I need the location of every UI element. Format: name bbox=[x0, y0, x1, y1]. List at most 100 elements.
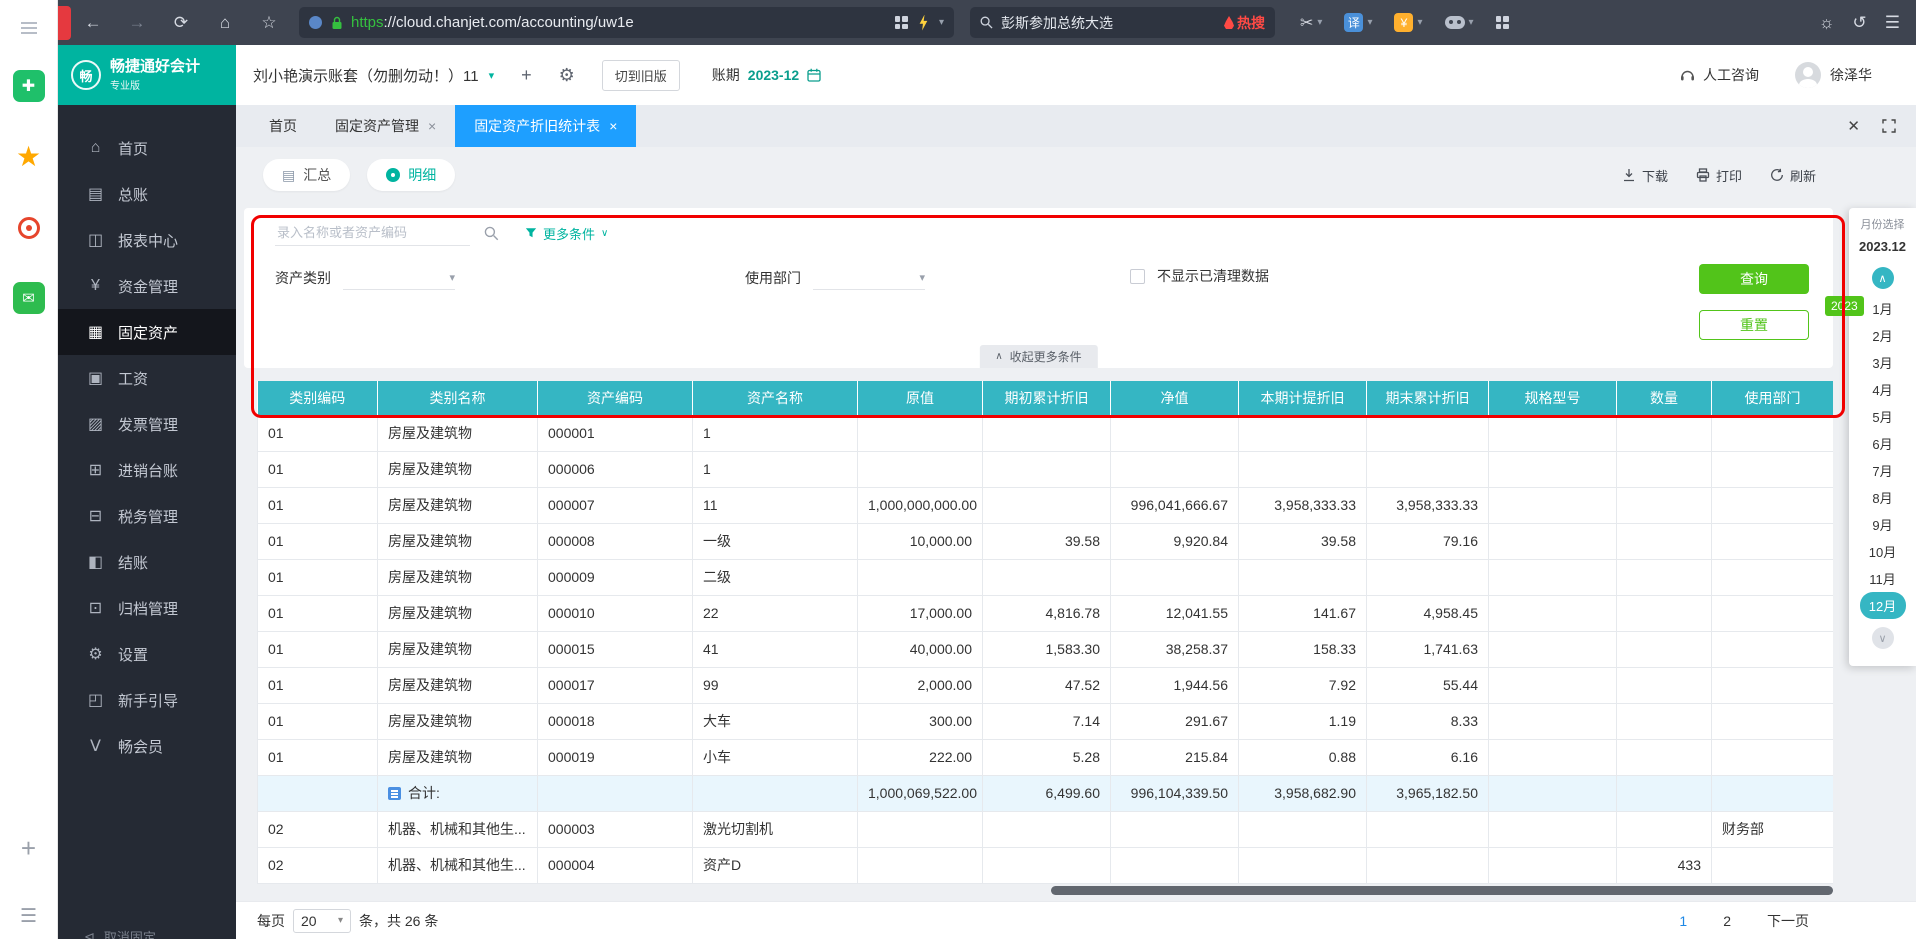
sidebar-item-salary[interactable]: ▣ 工资 bbox=[58, 355, 236, 401]
fullscreen-icon[interactable] bbox=[1882, 119, 1896, 133]
forward-icon[interactable]: → bbox=[122, 7, 152, 39]
lightning-icon[interactable] bbox=[919, 14, 928, 31]
sidebar-item-guide[interactable]: ◰ 新手引导 bbox=[58, 677, 236, 723]
qr-grid-icon[interactable] bbox=[894, 16, 908, 29]
sidebar-item-home[interactable]: ⌂ 首页 bbox=[58, 125, 236, 171]
month-7月[interactable]: 7月 bbox=[1849, 457, 1916, 484]
home-icon[interactable]: ⌂ bbox=[210, 7, 240, 39]
table-row[interactable]: 01 房屋及建筑物 000010 22 17,000.00 4,816.78 12,041.… bbox=[257, 594, 1833, 632]
address-bar[interactable]: https://cloud.chanjet.com/accounting/uw1… bbox=[299, 7, 954, 38]
table-row[interactable]: 01 房屋及建筑物 000017 99 2,000.00 47.52 1,944.56 7.9… bbox=[257, 666, 1833, 704]
table-row[interactable]: 01 房屋及建筑物 000006 1 bbox=[257, 450, 1833, 488]
panel-lines-icon[interactable] bbox=[13, 12, 45, 44]
sidebar-item-archive[interactable]: ⊡ 归档管理 bbox=[58, 585, 236, 631]
tab-首页[interactable]: 首页 bbox=[250, 105, 316, 147]
table-row[interactable]: 02 机器、机械和其他生... 000003 激光切割机 财务部 bbox=[257, 810, 1833, 848]
total-row[interactable]: 合计: 1,000,069,522.00 6,499.60 996,104,339.5… bbox=[257, 774, 1833, 812]
scissors-screenshot-icon[interactable]: ✂ ▾ bbox=[1291, 6, 1331, 40]
scroll-up-icon[interactable]: ∧ bbox=[1871, 267, 1894, 289]
table-row[interactable]: 01 房屋及建筑物 000019 小车 222.00 5.28 215.84 0.88 6.16 bbox=[257, 738, 1833, 776]
sidebar-item-closing[interactable]: ◧ 结账 bbox=[58, 539, 236, 585]
month-8月[interactable]: 8月 bbox=[1849, 484, 1916, 511]
month-3月[interactable]: 3月 bbox=[1849, 349, 1916, 376]
hot-search-badge[interactable]: 热搜 bbox=[1224, 13, 1265, 33]
summary-view-button[interactable]: ▤ 汇总 bbox=[263, 159, 351, 191]
translate-icon[interactable]: 译 ▾ bbox=[1335, 6, 1381, 40]
switch-old-version-button[interactable]: 切到旧版 bbox=[601, 59, 680, 91]
sidebar-item-trade[interactable]: ⊞ 进销台账 bbox=[58, 447, 236, 493]
gear-icon[interactable]: ⚙ bbox=[559, 65, 575, 86]
back-icon[interactable]: ← bbox=[78, 7, 108, 39]
print-button[interactable]: 打印 bbox=[1696, 166, 1742, 185]
theme-icon[interactable]: ☼ bbox=[1819, 13, 1835, 33]
menu-icon[interactable]: ☰ bbox=[1885, 13, 1900, 33]
month-12月[interactable]: 12月 bbox=[1859, 592, 1906, 619]
undo-icon[interactable]: ↺ bbox=[1853, 13, 1867, 33]
sidebar-item-fund[interactable]: ¥ 资金管理 bbox=[58, 263, 236, 309]
horizontal-scrollbar[interactable] bbox=[1051, 886, 1833, 895]
month-9月[interactable]: 9月 bbox=[1849, 511, 1916, 538]
month-6月[interactable]: 6月 bbox=[1849, 430, 1916, 457]
accounting-period[interactable]: 账期 2023-12 bbox=[712, 65, 821, 85]
sidebar-unpin[interactable]: ⊲ 取消固定 bbox=[84, 927, 156, 939]
list-icon[interactable]: ☰ bbox=[13, 900, 45, 932]
detail-view-button[interactable]: 明细 bbox=[367, 159, 456, 191]
favorites-star-icon[interactable]: ★ bbox=[13, 140, 45, 172]
tab-close-icon[interactable]: × bbox=[428, 118, 436, 134]
month-11月[interactable]: 11月 bbox=[1849, 565, 1916, 592]
table-row[interactable]: 01 房屋及建筑物 000001 1 bbox=[257, 414, 1833, 452]
sidebar-item-member[interactable]: Ⅴ 畅会员 bbox=[58, 723, 236, 769]
refresh-button[interactable]: 刷新 bbox=[1770, 166, 1816, 185]
redpacket-icon[interactable]: ¥ ▾ bbox=[1385, 6, 1431, 40]
tab-close-icon[interactable]: × bbox=[609, 118, 617, 134]
chevron-down-icon[interactable]: ▾ bbox=[939, 17, 944, 28]
mail-icon[interactable]: ✉ bbox=[12, 282, 45, 314]
month-10月[interactable]: 10月 bbox=[1849, 538, 1916, 565]
query-button[interactable]: 查询 bbox=[1699, 264, 1809, 294]
per-page-select[interactable]: 20 ▾ bbox=[293, 908, 351, 933]
page-2[interactable]: 2 bbox=[1723, 913, 1731, 929]
table-row[interactable]: 01 房屋及建筑物 000015 41 40,000.00 1,583.30 38,258.… bbox=[257, 630, 1833, 668]
quick-app-icon[interactable]: ✚ bbox=[12, 70, 45, 102]
department-select[interactable]: ▾ bbox=[813, 266, 925, 290]
close-all-tabs-icon[interactable]: ✕ bbox=[1847, 117, 1860, 135]
sidebar-item-invoice[interactable]: ▨ 发票管理 bbox=[58, 401, 236, 447]
add-account-button[interactable]: + bbox=[521, 65, 532, 86]
table-row[interactable]: 01 房屋及建筑物 000007 11 1,000,000,000.00 996,041,… bbox=[257, 486, 1833, 524]
asset-category-select[interactable]: ▾ bbox=[343, 266, 455, 290]
sidebar-item-asset[interactable]: ▦ 固定资产 bbox=[58, 309, 236, 355]
month-2月[interactable]: 2月 bbox=[1849, 322, 1916, 349]
apps-grid-icon[interactable] bbox=[1487, 6, 1518, 40]
scroll-down-icon[interactable]: ∨ bbox=[1871, 627, 1894, 649]
reset-button[interactable]: 重置 bbox=[1699, 310, 1809, 340]
next-page-button[interactable]: 下一页 bbox=[1767, 911, 1809, 931]
tab-固定资产折旧统计表[interactable]: 固定资产折旧统计表 × bbox=[455, 105, 637, 147]
hide-cleared-checkbox[interactable] bbox=[1130, 268, 1145, 284]
month-4月[interactable]: 4月 bbox=[1849, 376, 1916, 403]
add-icon[interactable]: + bbox=[13, 832, 45, 864]
page-1[interactable]: 1 bbox=[1679, 913, 1687, 929]
asset-search-input[interactable] bbox=[275, 220, 470, 246]
weibo-icon[interactable] bbox=[13, 212, 45, 244]
sidebar-item-ledger[interactable]: ▤ 总账 bbox=[58, 171, 236, 217]
month-5月[interactable]: 5月 bbox=[1849, 403, 1916, 430]
collapse-conditions-button[interactable]: ∧ 收起更多条件 bbox=[979, 345, 1098, 368]
search-query[interactable]: 彭斯参加总统大选 bbox=[1001, 13, 1113, 33]
sidebar-item-settings[interactable]: ⚙ 设置 bbox=[58, 631, 236, 677]
games-icon[interactable]: ▾ bbox=[1436, 6, 1483, 40]
support-link[interactable]: 人工咨询 bbox=[1680, 65, 1759, 85]
sidebar-item-report[interactable]: ◫ 报表中心 bbox=[58, 217, 236, 263]
tab-固定资产管理[interactable]: 固定资产管理 × bbox=[316, 105, 455, 147]
search-icon[interactable] bbox=[484, 226, 499, 241]
more-conditions-toggle[interactable]: 更多条件 ∨ bbox=[525, 224, 608, 243]
account-switcher[interactable]: 刘小艳演示账套（勿删勿动！）11 ▾ bbox=[253, 65, 494, 86]
table-row[interactable]: 01 房屋及建筑物 000009 二级 bbox=[257, 558, 1833, 596]
user-menu[interactable]: 徐泽华 bbox=[1795, 62, 1872, 88]
favorite-icon[interactable]: ☆ bbox=[254, 7, 284, 39]
sidebar-item-tax[interactable]: ⊟ 税务管理 bbox=[58, 493, 236, 539]
table-row[interactable]: 02 机器、机械和其他生... 000004 资产D 433 bbox=[257, 846, 1833, 884]
table-row[interactable]: 01 房屋及建筑物 000018 大车 300.00 7.14 291.67 1.19 8.33 bbox=[257, 702, 1833, 740]
reload-icon[interactable]: ⟳ bbox=[166, 7, 196, 39]
web-search-box[interactable]: 彭斯参加总统大选 热搜 bbox=[970, 7, 1275, 38]
download-button[interactable]: 下载 bbox=[1622, 166, 1668, 185]
